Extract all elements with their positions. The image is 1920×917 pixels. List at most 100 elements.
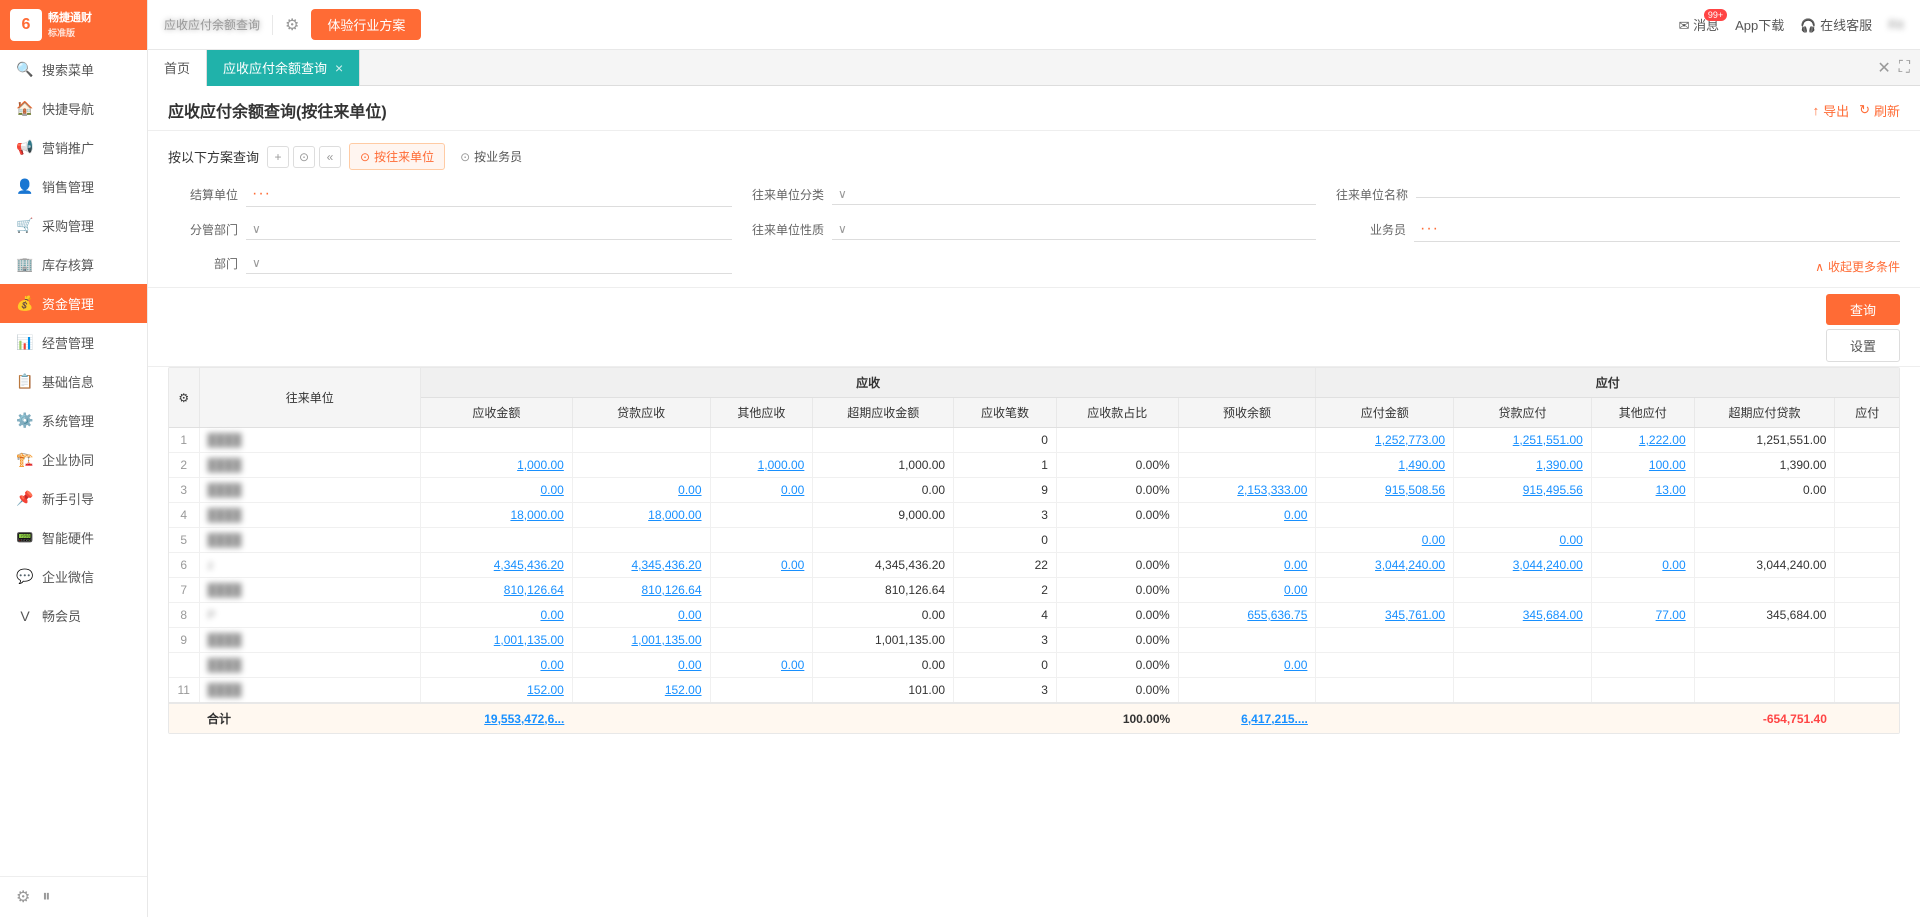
table-cell[interactable]: 18,000.00: [420, 503, 572, 528]
settings-icon[interactable]: ⚙: [16, 887, 30, 907]
sidebar-item-enterprise[interactable]: 🏗️企业协同: [0, 440, 147, 479]
table-cell[interactable]: 1,000.00: [420, 453, 572, 478]
table-cell: 22: [954, 553, 1057, 578]
table-cell[interactable]: 0.00: [420, 603, 572, 628]
table-cell: [1591, 578, 1694, 603]
tab-receivable[interactable]: 应收应付余额查询 ×: [207, 50, 360, 86]
scheme-by-counterpart[interactable]: ⊙ 按往来单位: [349, 143, 445, 170]
footer-advance-balance[interactable]: 6,417,215....: [1178, 703, 1316, 733]
query-button[interactable]: 查询: [1826, 294, 1900, 325]
table-cell[interactable]: 0.00: [1316, 528, 1454, 553]
table-cell[interactable]: 0.00: [572, 653, 710, 678]
purchase-icon: 🛒: [16, 217, 34, 235]
input-settlement-unit[interactable]: ···: [246, 182, 732, 207]
sidebar-item-sales[interactable]: 👤销售管理: [0, 167, 147, 206]
table-cell[interactable]: 0.00: [420, 478, 572, 503]
tab-home[interactable]: 首页: [148, 50, 207, 86]
table-cell[interactable]: 0.00: [1178, 503, 1316, 528]
input-counterpart-category[interactable]: ∨: [832, 184, 1316, 205]
table-cell[interactable]: 1,001,135.00: [572, 628, 710, 653]
table-cell[interactable]: 152.00: [572, 678, 710, 704]
sidebar-item-hardware[interactable]: 📟智能硬件: [0, 518, 147, 557]
message-button[interactable]: ✉ 消息 99+: [1679, 15, 1720, 34]
edit-scheme-button[interactable]: ⊙: [293, 146, 315, 168]
table-cell[interactable]: 13.00: [1591, 478, 1694, 503]
table-cell[interactable]: 1,222.00: [1591, 428, 1694, 453]
table-cell[interactable]: 345,684.00: [1454, 603, 1592, 628]
label-counterpart-nature: 往来单位性质: [752, 221, 824, 238]
online-service-button[interactable]: 🎧 在线客服: [1800, 15, 1872, 34]
input-counterpart-nature[interactable]: ∨: [832, 219, 1316, 240]
sidebar-item-warehouse[interactable]: 🏢库存核算: [0, 245, 147, 284]
table-cell[interactable]: 345,761.00: [1316, 603, 1454, 628]
scheme-by-salesperson[interactable]: ⊙ 按业务员: [449, 143, 533, 170]
th-settings[interactable]: ⚙: [169, 368, 199, 428]
table-cell[interactable]: 2,153,333.00: [1178, 478, 1316, 503]
footer-receivable-total[interactable]: 19,553,472,6...: [420, 703, 572, 733]
collapse-button[interactable]: ∧ 收起更多条件: [1815, 258, 1900, 275]
table-cell[interactable]: 100.00: [1591, 453, 1694, 478]
input-division[interactable]: ∨: [246, 219, 732, 240]
sidebar-item-basic[interactable]: 📋基础信息: [0, 362, 147, 401]
input-salesperson[interactable]: ···: [1414, 217, 1900, 242]
table-cell[interactable]: 810,126.64: [572, 578, 710, 603]
table-cell[interactable]: 0.00: [1454, 528, 1592, 553]
table-cell[interactable]: 810,126.64: [420, 578, 572, 603]
app-download-button[interactable]: App下载: [1735, 15, 1784, 34]
system-icon: ⚙️: [16, 412, 34, 430]
close-tab-icon[interactable]: ✕: [1877, 58, 1890, 78]
th-receivable-count: 应收笔数: [954, 398, 1057, 428]
table-cell[interactable]: 1,390.00: [1454, 453, 1592, 478]
table-cell[interactable]: 0.00: [572, 603, 710, 628]
table-cell[interactable]: 0.00: [710, 553, 813, 578]
refresh-button[interactable]: ↻ 刷新: [1859, 101, 1900, 120]
table-cell[interactable]: 4,345,436.20: [420, 553, 572, 578]
table-cell[interactable]: 915,508.56: [1316, 478, 1454, 503]
promo-button[interactable]: 体验行业方案: [311, 9, 421, 40]
sidebar-item-purchase[interactable]: 🛒采购管理: [0, 206, 147, 245]
more-icon: ···: [252, 185, 271, 203]
export-button[interactable]: ↑ 导出: [1813, 101, 1850, 120]
table-cell[interactable]: 0.00: [710, 653, 813, 678]
add-scheme-button[interactable]: +: [267, 146, 289, 168]
table-cell[interactable]: 18,000.00: [572, 503, 710, 528]
input-department[interactable]: ∨: [246, 253, 732, 274]
sidebar-item-member[interactable]: V畅会员: [0, 596, 147, 635]
table-cell[interactable]: 152.00: [420, 678, 572, 704]
table-cell[interactable]: 1,251,551.00: [1454, 428, 1592, 453]
table-cell[interactable]: 1,490.00: [1316, 453, 1454, 478]
table-cell[interactable]: 0.00: [1178, 553, 1316, 578]
table-cell[interactable]: 655,636.75: [1178, 603, 1316, 628]
sidebar-item-search[interactable]: 🔍搜索菜单: [0, 50, 147, 89]
sidebar-item-guide[interactable]: 📌新手引导: [0, 479, 147, 518]
table-cell[interactable]: 3,044,240.00: [1316, 553, 1454, 578]
maximize-icon[interactable]: ⛶: [1899, 59, 1910, 77]
table-cell[interactable]: 0.00: [1591, 553, 1694, 578]
table-cell[interactable]: 0.00: [1178, 578, 1316, 603]
sidebar-item-wechat[interactable]: 💬企业微信: [0, 557, 147, 596]
tab-label: 应收应付余额查询: [223, 58, 327, 77]
tab-close-icon[interactable]: ×: [335, 60, 343, 76]
table-cell[interactable]: 0.00: [420, 653, 572, 678]
sidebar-item-quicknav[interactable]: 🏠快捷导航: [0, 89, 147, 128]
expand-scheme-button[interactable]: «: [319, 146, 341, 168]
table-cell[interactable]: 4,345,436.20: [572, 553, 710, 578]
table-cell[interactable]: 77.00: [1591, 603, 1694, 628]
collapse-icon[interactable]: ⏸: [42, 888, 50, 906]
table-cell[interactable]: 0.00: [1178, 653, 1316, 678]
table-cell[interactable]: 0.00: [710, 478, 813, 503]
table-cell[interactable]: 1,001,135.00: [420, 628, 572, 653]
sidebar-item-system[interactable]: ⚙️系统管理: [0, 401, 147, 440]
gear-icon[interactable]: ⚙: [285, 15, 299, 35]
sidebar-item-marketing[interactable]: 📢营销推广: [0, 128, 147, 167]
set-button[interactable]: 设置: [1826, 329, 1900, 362]
sidebar-item-finance[interactable]: 💰资金管理: [0, 284, 147, 323]
table-cell[interactable]: 0.00: [572, 478, 710, 503]
table-cell: 1: [954, 453, 1057, 478]
table-cell[interactable]: 1,252,773.00: [1316, 428, 1454, 453]
table-cell[interactable]: 915,495.56: [1454, 478, 1592, 503]
sidebar-item-operation[interactable]: 📊经营管理: [0, 323, 147, 362]
table-cell[interactable]: 3,044,240.00: [1454, 553, 1592, 578]
table-cell[interactable]: 1,000.00: [710, 453, 813, 478]
input-counterpart-name[interactable]: [1416, 191, 1900, 198]
